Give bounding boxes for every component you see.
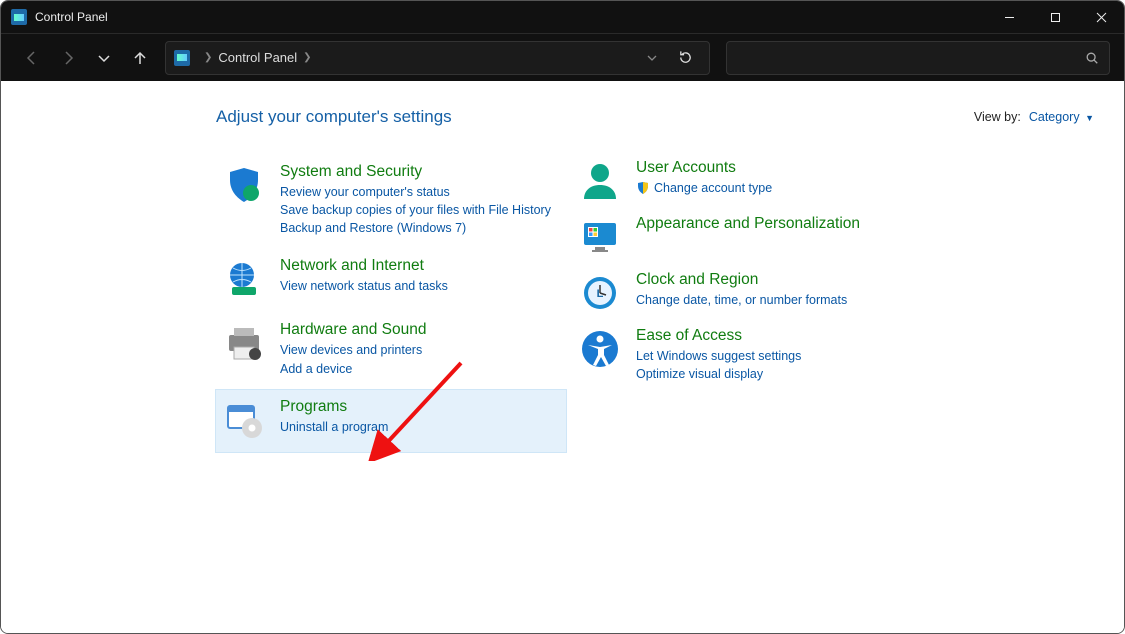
- close-button[interactable]: [1078, 1, 1124, 33]
- address-root[interactable]: Control Panel: [218, 50, 297, 65]
- programs-icon: [222, 398, 266, 442]
- uac-shield-icon: [636, 181, 650, 200]
- address-icon: [174, 50, 190, 66]
- category-title[interactable]: Clock and Region: [636, 271, 847, 289]
- navigation-bar: ❯ Control Panel ❯: [1, 33, 1124, 81]
- address-bar[interactable]: ❯ Control Panel ❯: [165, 41, 710, 75]
- recent-locations-button[interactable]: [89, 43, 119, 73]
- category-hardware-sound[interactable]: Hardware and Sound View devices and prin…: [216, 313, 566, 387]
- category-link[interactable]: View devices and printers: [280, 341, 427, 359]
- refresh-button[interactable]: [667, 50, 703, 65]
- category-link[interactable]: Optimize visual display: [636, 365, 801, 383]
- search-input[interactable]: [726, 41, 1110, 75]
- category-title[interactable]: Hardware and Sound: [280, 321, 427, 339]
- chevron-down-icon: ▼: [1085, 113, 1094, 123]
- address-dropdown-button[interactable]: [637, 52, 667, 64]
- page-title: Adjust your computer's settings: [216, 107, 452, 127]
- category-title[interactable]: Appearance and Personalization: [636, 215, 860, 233]
- view-by-selector[interactable]: View by: Category ▼: [974, 110, 1094, 124]
- category-title[interactable]: Network and Internet: [280, 257, 448, 275]
- category-ease-of-access[interactable]: Ease of Access Let Windows suggest setti…: [572, 323, 922, 389]
- globe-icon: [222, 257, 266, 301]
- category-link[interactable]: Save backup copies of your files with Fi…: [280, 201, 551, 219]
- forward-button[interactable]: [53, 43, 83, 73]
- up-button[interactable]: [125, 43, 155, 73]
- category-link[interactable]: Change account type: [636, 179, 772, 200]
- chevron-right-icon[interactable]: ❯: [303, 52, 311, 63]
- category-title[interactable]: System and Security: [280, 163, 551, 181]
- category-title[interactable]: User Accounts: [636, 159, 772, 177]
- content-area: Adjust your computer's settings View by:…: [1, 81, 1124, 633]
- category-system-security[interactable]: System and Security Review your computer…: [216, 155, 566, 247]
- back-button[interactable]: [17, 43, 47, 73]
- titlebar: Control Panel: [1, 1, 1124, 33]
- user-icon: [578, 159, 622, 203]
- accessibility-icon: [578, 327, 622, 371]
- category-programs[interactable]: Programs Uninstall a program: [216, 390, 566, 452]
- printer-icon: [222, 321, 266, 365]
- category-user-accounts[interactable]: User Accounts Change account type: [572, 155, 922, 209]
- maximize-button[interactable]: [1032, 1, 1078, 33]
- category-clock-region[interactable]: L Clock and Region Change date, time, or…: [572, 267, 922, 321]
- category-network-internet[interactable]: Network and Internet View network status…: [216, 249, 566, 311]
- category-title[interactable]: Programs: [280, 398, 388, 416]
- control-panel-icon: [11, 9, 27, 25]
- shield-icon: [222, 163, 266, 207]
- category-link[interactable]: Backup and Restore (Windows 7): [280, 219, 551, 237]
- chevron-right-icon: ❯: [204, 52, 212, 63]
- category-title[interactable]: Ease of Access: [636, 327, 801, 345]
- search-icon: [1085, 51, 1099, 65]
- category-link[interactable]: Let Windows suggest settings: [636, 347, 801, 365]
- category-appearance-personalization[interactable]: Appearance and Personalization: [572, 211, 922, 265]
- clock-icon: L: [578, 271, 622, 315]
- category-link[interactable]: View network status and tasks: [280, 277, 448, 295]
- category-link[interactable]: Uninstall a program: [280, 418, 388, 436]
- minimize-button[interactable]: [986, 1, 1032, 33]
- category-link[interactable]: Review your computer's status: [280, 183, 551, 201]
- monitor-icon: [578, 215, 622, 259]
- view-by-value: Category: [1029, 110, 1080, 124]
- view-by-label: View by:: [974, 110, 1021, 124]
- category-link[interactable]: Add a device: [280, 360, 427, 378]
- category-link[interactable]: Change date, time, or number formats: [636, 291, 847, 309]
- window-title: Control Panel: [35, 10, 108, 24]
